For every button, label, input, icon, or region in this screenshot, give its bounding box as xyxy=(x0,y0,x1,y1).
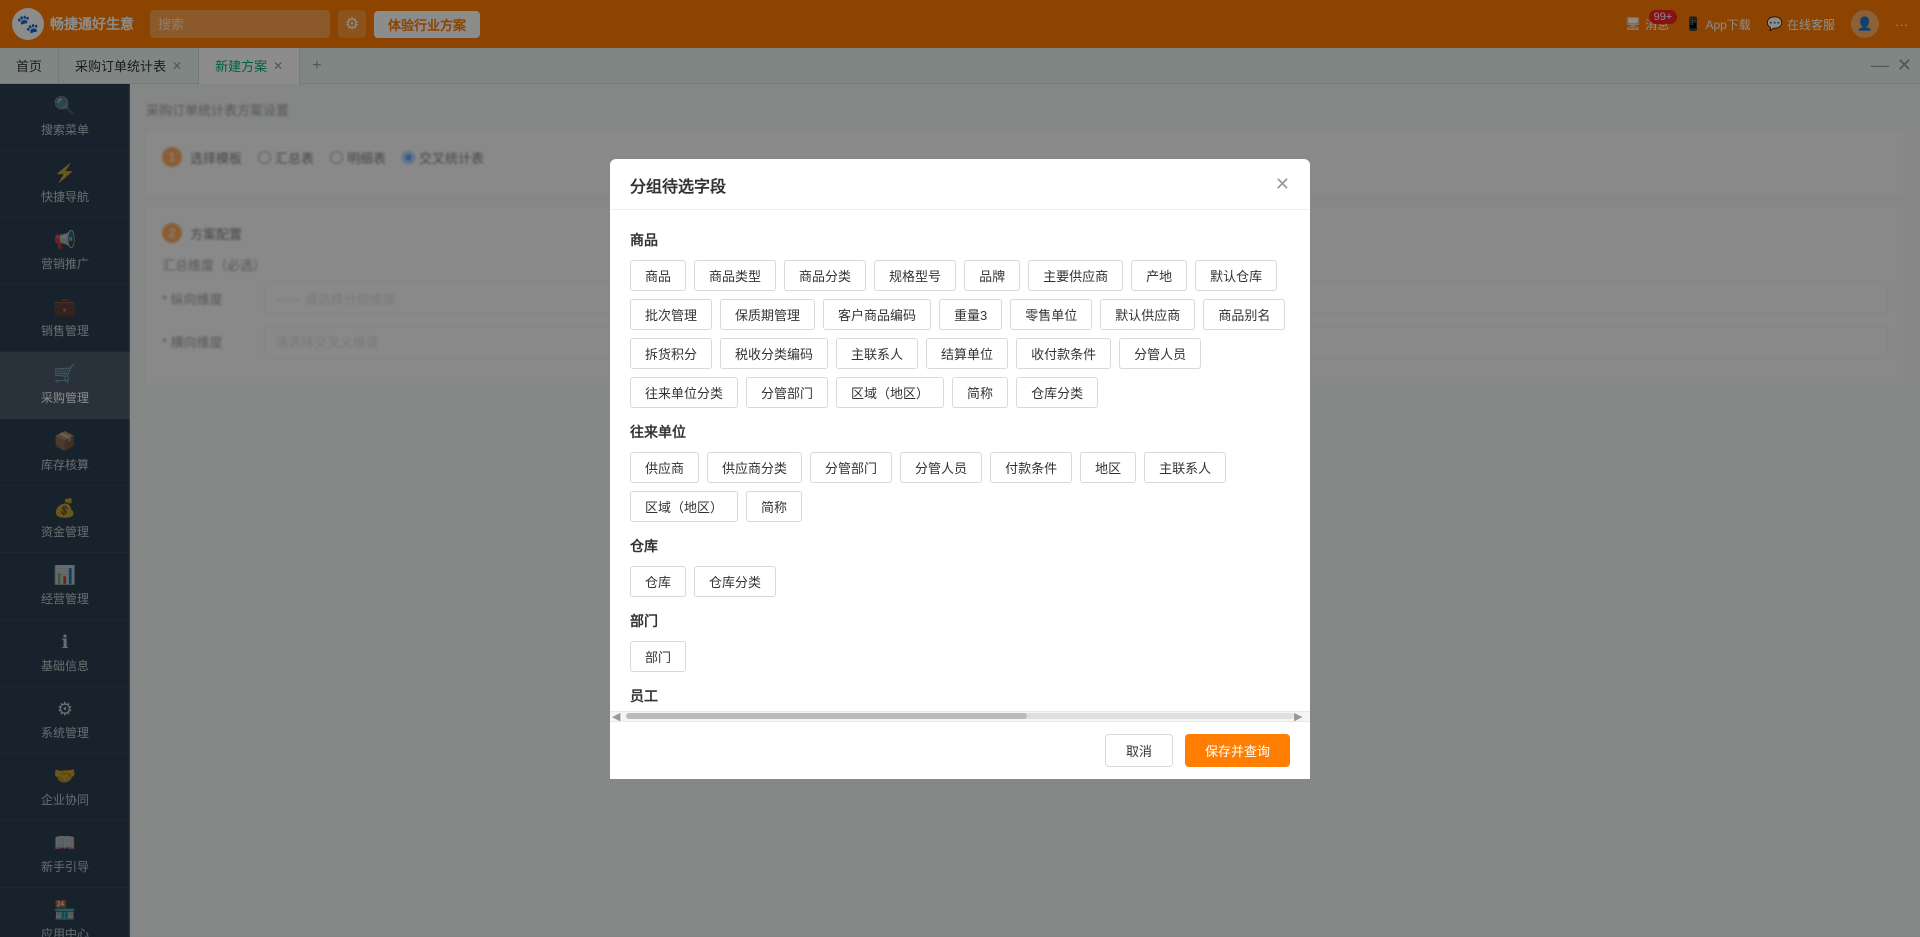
section-dept: 部门 部门 xyxy=(630,611,1290,672)
modal-title: 分组待选字段 xyxy=(630,173,726,197)
modal-overlay: 分组待选字段 ✕ 商品 商品 商品类型 商品分类 规格型号 品牌 主要供应商 产… xyxy=(0,0,1920,937)
section-employee: 员工 业务员 xyxy=(630,686,1290,711)
section-dept-title: 部门 xyxy=(630,611,1290,631)
partner-field-grid: 供应商 供应商分类 分管部门 分管人员 付款条件 地区 主联系人 区域（地区） … xyxy=(630,452,1290,522)
goods-field-grid: 商品 商品类型 商品分类 规格型号 品牌 主要供应商 产地 默认仓库 批次管理 … xyxy=(630,260,1290,408)
field-retail-unit[interactable]: 零售单位 xyxy=(1010,299,1092,330)
h-scrollbar-thumb xyxy=(626,713,1027,719)
field-pay-terms[interactable]: 付款条件 xyxy=(990,452,1072,483)
section-goods-title: 商品 xyxy=(630,230,1290,250)
field-expiry-mgmt[interactable]: 保质期管理 xyxy=(720,299,815,330)
field-goods-category[interactable]: 商品分类 xyxy=(784,260,866,291)
field-warehouse-category-goods[interactable]: 仓库分类 xyxy=(1016,377,1098,408)
modal-header: 分组待选字段 ✕ xyxy=(610,159,1310,210)
field-customer-sku[interactable]: 客户商品编码 xyxy=(823,299,931,330)
field-main-contact[interactable]: 主联系人 xyxy=(836,338,918,369)
field-select-modal: 分组待选字段 ✕ 商品 商品 商品类型 商品分类 规格型号 品牌 主要供应商 产… xyxy=(610,159,1310,779)
field-region[interactable]: 地区 xyxy=(1080,452,1136,483)
field-origin[interactable]: 产地 xyxy=(1131,260,1187,291)
section-goods: 商品 商品 商品类型 商品分类 规格型号 品牌 主要供应商 产地 默认仓库 批次… xyxy=(630,230,1290,408)
section-warehouse-title: 仓库 xyxy=(630,536,1290,556)
field-partner-category[interactable]: 往来单位分类 xyxy=(630,377,738,408)
field-main-supplier[interactable]: 主要供应商 xyxy=(1028,260,1123,291)
field-payment-terms[interactable]: 收付款条件 xyxy=(1016,338,1111,369)
field-default-warehouse[interactable]: 默认仓库 xyxy=(1195,260,1277,291)
field-supplier[interactable]: 供应商 xyxy=(630,452,699,483)
field-brand[interactable]: 品牌 xyxy=(964,260,1020,291)
field-dept-managed[interactable]: 分管部门 xyxy=(746,377,828,408)
field-default-supplier[interactable]: 默认供应商 xyxy=(1100,299,1195,330)
field-split-points[interactable]: 拆货积分 xyxy=(630,338,712,369)
field-warehouse[interactable]: 仓库 xyxy=(630,566,686,597)
section-employee-title: 员工 xyxy=(630,686,1290,706)
field-short-name-goods[interactable]: 简称 xyxy=(952,377,1008,408)
field-goods-type[interactable]: 商品类型 xyxy=(694,260,776,291)
field-short-name-partner[interactable]: 简称 xyxy=(746,491,802,522)
field-goods[interactable]: 商品 xyxy=(630,260,686,291)
field-managed-person[interactable]: 分管人员 xyxy=(900,452,982,483)
field-dept[interactable]: 部门 xyxy=(630,641,686,672)
section-partner-title: 往来单位 xyxy=(630,422,1290,442)
modal-hscrollbar[interactable]: ◀ ▶ xyxy=(610,711,1310,721)
section-partner: 往来单位 供应商 供应商分类 分管部门 分管人员 付款条件 地区 主联系人 区域… xyxy=(630,422,1290,522)
modal-close-btn[interactable]: ✕ xyxy=(1275,174,1290,195)
field-spec-model[interactable]: 规格型号 xyxy=(874,260,956,291)
dept-field-grid: 部门 xyxy=(630,641,1290,672)
field-tax-code[interactable]: 税收分类编码 xyxy=(720,338,828,369)
cancel-button[interactable]: 取消 xyxy=(1105,734,1173,767)
field-batch-mgmt[interactable]: 批次管理 xyxy=(630,299,712,330)
modal-footer: 取消 保存并查询 xyxy=(610,721,1310,779)
section-warehouse: 仓库 仓库 仓库分类 xyxy=(630,536,1290,597)
h-scrollbar-track xyxy=(626,713,1294,719)
modal-body: 商品 商品 商品类型 商品分类 规格型号 品牌 主要供应商 产地 默认仓库 批次… xyxy=(610,210,1310,711)
field-managed-dept[interactable]: 分管部门 xyxy=(810,452,892,483)
field-supervisor[interactable]: 分管人员 xyxy=(1119,338,1201,369)
field-supplier-category[interactable]: 供应商分类 xyxy=(707,452,802,483)
field-region-goods[interactable]: 区域（地区） xyxy=(836,377,944,408)
field-settlement-unit[interactable]: 结算单位 xyxy=(926,338,1008,369)
confirm-button[interactable]: 保存并查询 xyxy=(1185,734,1290,767)
field-warehouse-category[interactable]: 仓库分类 xyxy=(694,566,776,597)
field-main-contact-partner[interactable]: 主联系人 xyxy=(1144,452,1226,483)
warehouse-field-grid: 仓库 仓库分类 xyxy=(630,566,1290,597)
field-goods-alias[interactable]: 商品别名 xyxy=(1203,299,1285,330)
field-region-partner[interactable]: 区域（地区） xyxy=(630,491,738,522)
field-weight3[interactable]: 重量3 xyxy=(939,299,1002,330)
